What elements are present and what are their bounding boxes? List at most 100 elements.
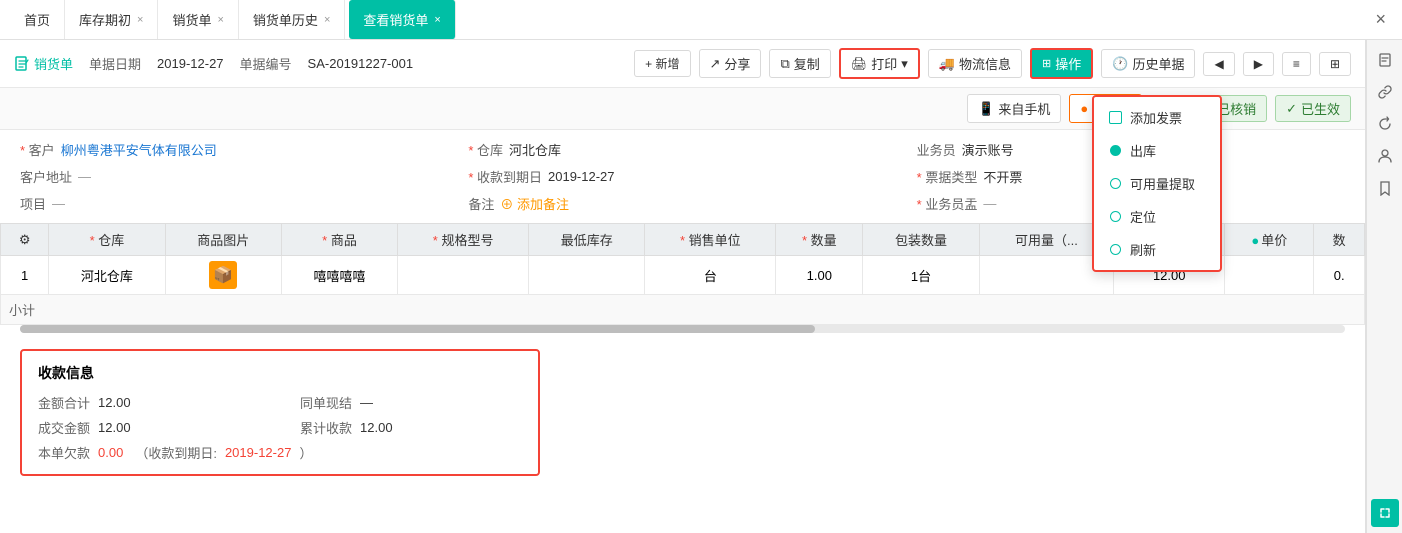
product-image: 📦: [209, 261, 237, 289]
owed-row: 本单欠款 0.00 （收款到期日: 2019-12-27 ）: [38, 443, 522, 462]
tab-home[interactable]: 首页: [10, 0, 65, 39]
remark-add[interactable]: ⊕ 添加备注: [500, 194, 569, 213]
truck-icon: 🚚: [939, 56, 955, 72]
customer-value[interactable]: 柳州粤港平安气体有限公司: [61, 140, 217, 159]
outbound-icon: [1108, 144, 1122, 158]
payment-info-box: 收款信息 金额合计 12.00 同单现结 — 成交金额 12.00: [20, 349, 540, 476]
print-dropdown-arrow: ▾: [901, 56, 908, 72]
payment-title: 收款信息: [38, 363, 522, 383]
horizontal-scrollbar[interactable]: [20, 325, 1345, 333]
ticket-value: 不开票: [983, 167, 1022, 186]
ticket-icon: ●: [1080, 101, 1088, 116]
subtotal-label: 小计: [1, 295, 1365, 325]
tab-view-sales-order[interactable]: 查看销货单 ×: [349, 0, 455, 39]
menu-item-add-invoice[interactable]: 添加发票: [1094, 101, 1220, 134]
td-price: [1225, 256, 1314, 295]
from-phone-button[interactable]: 📱 来自手机: [967, 94, 1061, 123]
sidebar-clipboard-icon[interactable]: [1371, 46, 1399, 74]
check-icon-3: ✓: [1286, 101, 1297, 117]
same-order-value: —: [360, 395, 373, 410]
window-close-button[interactable]: ×: [1369, 9, 1392, 30]
add-invoice-icon: [1108, 111, 1122, 125]
th-price: ●单价: [1225, 224, 1314, 256]
due-date-label: 收款到期日: [468, 167, 542, 186]
bottom-section: 收款信息 金额合计 12.00 同单现结 — 成交金额 12.00: [0, 337, 1365, 488]
product-image-icon: 📦: [213, 265, 233, 285]
td-min-stock: [529, 256, 645, 295]
due-date-value: 2019-12-27: [548, 169, 615, 184]
locate-icon: [1108, 210, 1122, 224]
th-product: 商品: [281, 224, 397, 256]
total-label: 金额合计: [38, 393, 90, 412]
payment-grid: 金额合计 12.00 同单现结 — 成交金额 12.00 累计收款: [38, 393, 522, 462]
print-button[interactable]: 🖨 打印 ▾: [839, 48, 920, 79]
staff-label: 业务员: [917, 140, 956, 159]
ticket-label: 票据类型: [917, 167, 978, 186]
th-settings[interactable]: ⚙: [1, 224, 49, 256]
th-package-qty: 包装数量: [863, 224, 979, 256]
grid-view-button[interactable]: ⊞: [1319, 52, 1351, 76]
warehouse-field: 仓库 河北仓库: [468, 140, 896, 159]
copy-button[interactable]: ⧉ 复制: [769, 49, 830, 78]
close-tab-view-sales[interactable]: ×: [434, 14, 440, 26]
tab-inventory-init[interactable]: 库存期初 ×: [65, 0, 158, 39]
td-index: 1: [1, 256, 49, 295]
td-spec: [398, 256, 529, 295]
share-button[interactable]: ↗ 分享: [699, 49, 762, 78]
sidebar-link-icon[interactable]: [1371, 78, 1399, 106]
new-button[interactable]: + 新增: [634, 50, 690, 77]
th-other: 数: [1314, 224, 1365, 256]
customer-label: 客户: [20, 140, 55, 159]
deal-value: 12.00: [98, 420, 131, 435]
sidebar-expand-icon[interactable]: [1371, 499, 1399, 527]
available-qty-icon: [1108, 177, 1122, 191]
close-tab-sales-history[interactable]: ×: [324, 14, 330, 26]
menu-item-available-qty[interactable]: 可用量提取: [1094, 167, 1220, 200]
doc-title: 销货单: [14, 54, 73, 73]
history-button[interactable]: 🕐 历史单据: [1101, 49, 1195, 78]
td-image: 📦: [165, 256, 281, 295]
owed-label: 本单欠款: [38, 443, 90, 462]
cumulative-label: 累计收款: [300, 418, 352, 437]
nav-prev-button[interactable]: ◀: [1203, 52, 1234, 76]
list-view-button[interactable]: ≡: [1282, 52, 1311, 76]
project-value: —: [52, 196, 65, 211]
sidebar-user-icon[interactable]: [1371, 142, 1399, 170]
deal-row: 成交金额 12.00: [38, 418, 260, 437]
close-tab-inventory-init[interactable]: ×: [137, 14, 143, 26]
effected-badge: ✓ 已生效: [1275, 95, 1351, 122]
td-unit: 台: [645, 256, 776, 295]
settings-icon: ⚙: [19, 232, 31, 247]
address-value: —: [78, 169, 91, 184]
address-label: 客户地址: [20, 167, 72, 186]
td-product: 嘻嘻嘻嘻: [281, 256, 397, 295]
menu-item-refresh[interactable]: 刷新: [1094, 233, 1220, 266]
close-tab-sales-order[interactable]: ×: [217, 14, 223, 26]
sidebar-refresh-icon[interactable]: [1371, 110, 1399, 138]
td-other: 0.: [1314, 256, 1365, 295]
same-order-row: 同单现结 —: [300, 393, 522, 412]
share-icon: ↗: [710, 56, 721, 72]
nav-next-button[interactable]: ▶: [1243, 52, 1274, 76]
tab-sales-order[interactable]: 销货单 ×: [158, 0, 238, 39]
warehouse-value: 河北仓库: [509, 140, 561, 159]
th-spec: 规格型号: [398, 224, 529, 256]
project-field: 项目 —: [20, 194, 448, 213]
doc-header: 销货单 单据日期 2019-12-27 单据编号 SA-20191227-001…: [0, 40, 1365, 88]
staff-value: 演示账号: [962, 140, 1014, 159]
salesperson-value: —: [983, 196, 996, 211]
menu-item-locate[interactable]: 定位: [1094, 200, 1220, 233]
sidebar-bookmark-icon[interactable]: [1371, 174, 1399, 202]
remark-label: 备注: [468, 194, 494, 213]
doc-actions: + 新增 ↗ 分享 ⧉ 复制 🖨 打印 ▾ 🚚: [634, 48, 1351, 79]
th-unit: 销售单位: [645, 224, 776, 256]
same-order-label: 同单现结: [300, 393, 352, 412]
tab-sales-history[interactable]: 销货单历史 ×: [239, 0, 345, 39]
menu-item-outbound[interactable]: 出库: [1094, 134, 1220, 167]
operate-dropdown-menu: 添加发票 出库 可用量提取 定位 刷新: [1092, 95, 1222, 272]
logistics-button[interactable]: 🚚 物流信息: [928, 49, 1022, 78]
tab-bar: 首页 库存期初 × 销货单 × 销货单历史 × 查看销货单 × ×: [0, 0, 1402, 40]
plus-icon: ⊕: [500, 197, 513, 212]
operate-button[interactable]: ⊞ 操作: [1030, 48, 1093, 79]
th-warehouse: 仓库: [49, 224, 165, 256]
